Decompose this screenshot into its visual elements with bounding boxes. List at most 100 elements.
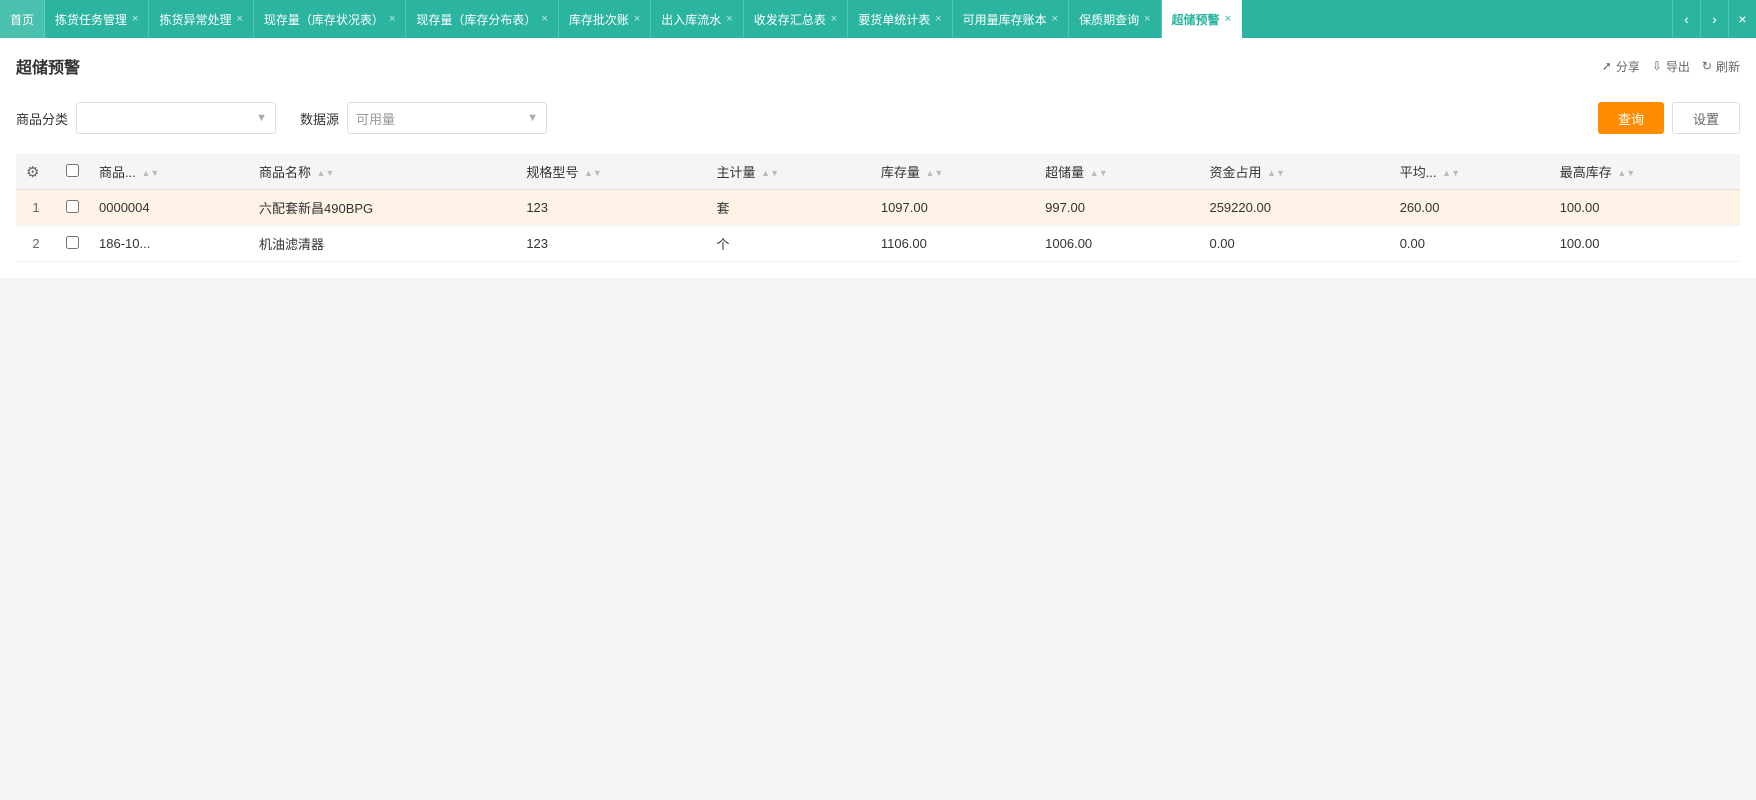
cell-capital: 0.00 [1199, 226, 1389, 262]
col-label-goods-code: 商品... [99, 165, 136, 180]
nav-close-button[interactable]: × [1728, 0, 1756, 38]
goods-category-label: 商品分类 [16, 109, 68, 128]
data-source-select[interactable]: 可用量 ▼ [347, 102, 547, 134]
settings-gear-icon[interactable]: ⚙ [26, 164, 39, 181]
page-title-bar: 超储预警 ➚ 分享 ⇩ 导出 ↻ 刷新 [16, 54, 1740, 78]
tab-home[interactable]: 首页 [0, 0, 45, 38]
nav-arrows: ‹ › × [1672, 0, 1756, 38]
query-button[interactable]: 查询 [1598, 102, 1664, 134]
tab-inventory-status[interactable]: 现存量（库存状况表） × [254, 0, 406, 38]
col-header-unit: 主计量 ▲▼ [707, 154, 871, 190]
cell-overstock: 997.00 [1035, 190, 1199, 226]
cell-avg: 0.00 [1390, 226, 1550, 262]
row-checkbox-0[interactable] [66, 200, 79, 213]
col-label-overstock: 超储量 [1045, 165, 1084, 180]
close-tab-in-out-flow[interactable]: × [726, 13, 732, 25]
row-checkbox-cell [56, 190, 89, 226]
cell-avg: 260.00 [1390, 190, 1550, 226]
close-tab-order-stats[interactable]: × [935, 13, 941, 25]
data-source-filter: 数据源 可用量 ▼ [300, 102, 547, 134]
sort-icon-overstock[interactable]: ▲▼ [1090, 169, 1108, 178]
close-tab-batch-account[interactable]: × [634, 13, 640, 25]
col-label-goods-name: 商品名称 [259, 165, 311, 180]
cell-goods-name: 机油滤清器 [249, 226, 516, 262]
refresh-icon: ↻ [1702, 59, 1712, 73]
tab-order-stats[interactable]: 要货单统计表 × [848, 0, 952, 38]
col-label-stock: 库存量 [881, 165, 920, 180]
sort-icon-goods-code[interactable]: ▲▼ [141, 169, 159, 178]
nav-prev-button[interactable]: ‹ [1672, 0, 1700, 38]
page-content: 超储预警 ➚ 分享 ⇩ 导出 ↻ 刷新 商品分类 ▼ 数据源 [0, 38, 1756, 278]
sort-icon-avg[interactable]: ▲▼ [1442, 169, 1460, 178]
col-header-goods-name: 商品名称 ▲▼ [249, 154, 516, 190]
settings-button[interactable]: 设置 [1672, 102, 1740, 134]
export-icon: ⇩ [1652, 59, 1662, 73]
tab-task-mgmt[interactable]: 拣货任务管理 × [45, 0, 149, 38]
close-tab-inventory-dist[interactable]: × [541, 13, 547, 25]
cell-max-stock: 100.00 [1550, 226, 1740, 262]
close-tab-quality-check[interactable]: × [1144, 13, 1150, 25]
sort-icon-unit[interactable]: ▲▼ [761, 169, 779, 178]
refresh-button[interactable]: ↻ 刷新 [1702, 58, 1740, 75]
share-button[interactable]: ➚ 分享 [1602, 58, 1640, 75]
tab-overstock[interactable]: 超储预警 × [1162, 0, 1242, 38]
cell-max-stock: 100.00 [1550, 190, 1740, 226]
sort-icon-max-stock[interactable]: ▲▼ [1617, 169, 1635, 178]
tab-inventory-dist[interactable]: 现存量（库存分布表） × [406, 0, 558, 38]
data-source-label: 数据源 [300, 109, 339, 128]
col-label-max-stock: 最高库存 [1560, 165, 1612, 180]
title-actions: ➚ 分享 ⇩ 导出 ↻ 刷新 [1602, 58, 1740, 75]
tab-quality-check[interactable]: 保质期查询 × [1069, 0, 1161, 38]
col-label-unit: 主计量 [717, 165, 756, 180]
goods-category-select[interactable]: ▼ [76, 102, 276, 134]
page-title: 超储预警 [16, 54, 80, 78]
tab-in-out-flow[interactable]: 出入库流水 × [651, 0, 743, 38]
cell-unit: 套 [707, 190, 871, 226]
cell-goods-code: 0000004 [89, 190, 249, 226]
data-source-arrow-icon: ▼ [527, 112, 538, 124]
close-tab-inventory-status[interactable]: × [389, 13, 395, 25]
row-settings-cell: 1 [16, 190, 56, 226]
tab-abnormal[interactable]: 拣货异常处理 × [149, 0, 253, 38]
close-tab-overstock[interactable]: × [1225, 13, 1231, 25]
data-table: ⚙ 商品... ▲▼ 商品名称 ▲▼ 规格型号 ▲▼ 主计 [16, 154, 1740, 262]
tab-batch-account[interactable]: 库存批次账 × [559, 0, 651, 38]
close-tab-collection[interactable]: × [831, 13, 837, 25]
cell-goods-code: 186-10... [89, 226, 249, 262]
row-checkbox-1[interactable] [66, 236, 79, 249]
col-header-overstock: 超储量 ▲▼ [1035, 154, 1199, 190]
cell-unit: 个 [707, 226, 871, 262]
tab-collection[interactable]: 收发存汇总表 × [744, 0, 848, 38]
col-header-stock: 库存量 ▲▼ [871, 154, 1035, 190]
export-button[interactable]: ⇩ 导出 [1652, 58, 1690, 75]
table-header-row: ⚙ 商品... ▲▼ 商品名称 ▲▼ 规格型号 ▲▼ 主计 [16, 154, 1740, 190]
sort-icon-goods-name[interactable]: ▲▼ [317, 169, 335, 178]
sort-icon-spec[interactable]: ▲▼ [584, 169, 602, 178]
col-header-spec: 规格型号 ▲▼ [516, 154, 706, 190]
cell-stock: 1097.00 [871, 190, 1035, 226]
top-navigation: 首页 拣货任务管理 × 拣货异常处理 × 现存量（库存状况表） × 现存量（库存… [0, 0, 1756, 38]
close-tab-task-mgmt[interactable]: × [132, 13, 138, 25]
cell-capital: 259220.00 [1199, 190, 1389, 226]
close-tab-abnormal[interactable]: × [236, 13, 242, 25]
row-settings-cell: 2 [16, 226, 56, 262]
col-label-avg: 平均... [1400, 165, 1437, 180]
nav-next-button[interactable]: › [1700, 0, 1728, 38]
sort-icon-stock[interactable]: ▲▼ [925, 169, 943, 178]
cell-goods-name: 六配套新昌490BPG [249, 190, 516, 226]
cell-spec: 123 [516, 190, 706, 226]
col-header-capital: 资金占用 ▲▼ [1199, 154, 1389, 190]
select-all-checkbox[interactable] [66, 164, 79, 177]
tab-available-account[interactable]: 可用量库存账本 × [953, 0, 1069, 38]
table-row: 1 0000004 六配套新昌490BPG 123 套 1097.00 997.… [16, 190, 1740, 226]
sort-icon-capital[interactable]: ▲▼ [1267, 169, 1285, 178]
row-checkbox-cell [56, 226, 89, 262]
cell-overstock: 1006.00 [1035, 226, 1199, 262]
col-header-checkbox [56, 154, 89, 190]
col-header-goods-code: 商品... ▲▼ [89, 154, 249, 190]
col-label-spec: 规格型号 [526, 165, 578, 180]
close-tab-available-account[interactable]: × [1052, 13, 1058, 25]
col-header-settings: ⚙ [16, 154, 56, 190]
goods-category-arrow-icon: ▼ [256, 112, 267, 124]
table-row: 2 186-10... 机油滤清器 123 个 1106.00 1006.00 … [16, 226, 1740, 262]
